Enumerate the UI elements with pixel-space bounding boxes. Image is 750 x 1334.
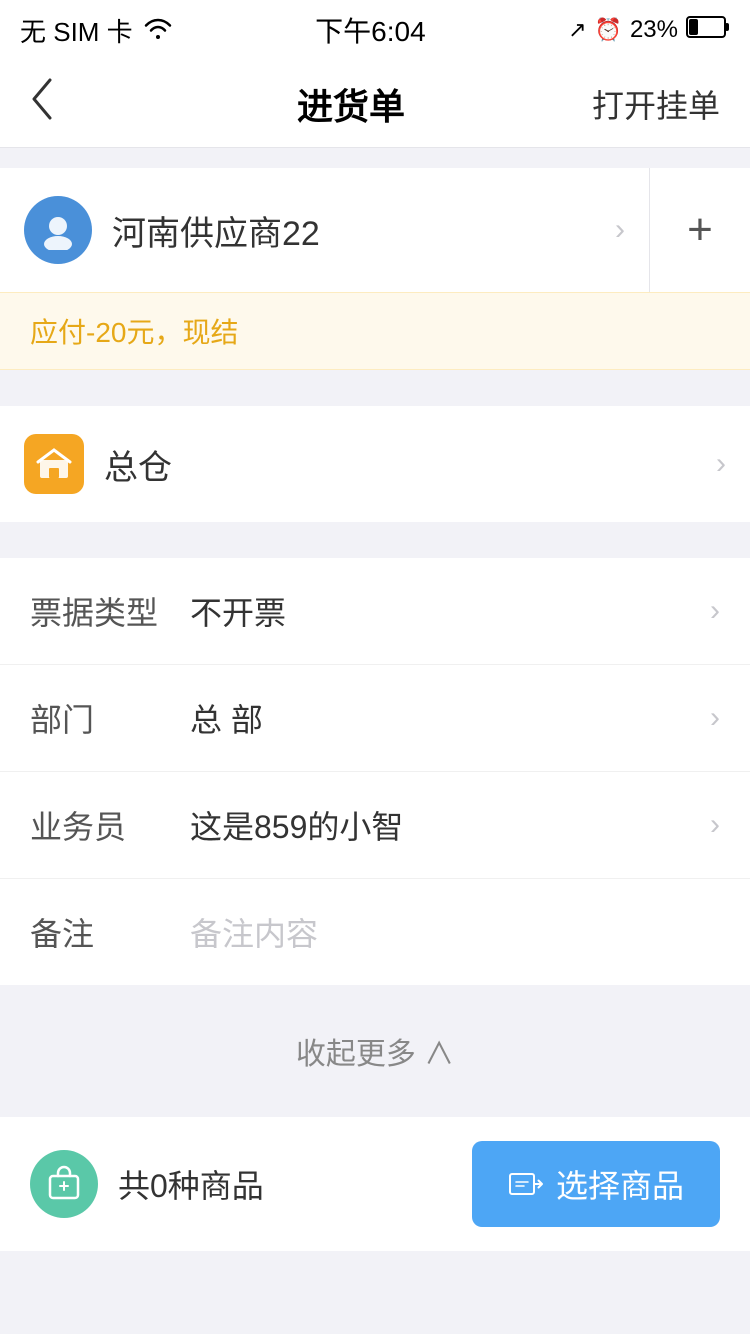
separator-1	[0, 148, 750, 168]
salesperson-row[interactable]: 业务员 这是859的小智 ›	[0, 772, 750, 879]
remark-row[interactable]: 备注 备注内容	[0, 879, 750, 985]
page-title: 进货单	[297, 78, 405, 130]
carrier-text: 无 SIM 卡	[20, 12, 133, 49]
battery-icon	[686, 15, 730, 46]
salesperson-value: 这是859的小智	[190, 802, 700, 848]
add-supplier-button[interactable]: +	[650, 177, 750, 283]
warehouse-section[interactable]: 总仓 ›	[0, 406, 750, 522]
supplier-section: 河南供应商22 › +	[0, 168, 750, 292]
collapse-label: 收起更多 ∧	[296, 1029, 454, 1073]
supplier-selector[interactable]: 河南供应商22 ›	[0, 168, 650, 292]
open-pending-button[interactable]: 打开挂单	[592, 81, 720, 127]
department-row[interactable]: 部门 总 部 ›	[0, 665, 750, 772]
back-button[interactable]	[30, 78, 110, 130]
select-product-label: 选择商品	[556, 1161, 684, 1207]
remark-label: 备注	[30, 909, 170, 955]
product-bar: 共0种商品 选择商品	[0, 1117, 750, 1251]
salesperson-label: 业务员	[30, 802, 170, 848]
chevron-right-icon: ›	[615, 213, 625, 247]
warehouse-icon	[24, 434, 84, 494]
chevron-right-icon-salesperson: ›	[710, 808, 720, 842]
department-label: 部门	[30, 695, 170, 741]
notice-text: 应付-20元，现结	[30, 317, 238, 348]
alarm-icon: ⏰	[595, 17, 622, 43]
product-count: 共0种商品	[118, 1161, 472, 1207]
product-icon	[30, 1150, 98, 1218]
status-bar: 无 SIM 卡 下午6:04 ↗ ⏰ 23%	[0, 0, 750, 60]
invoice-type-label: 票据类型	[30, 588, 170, 634]
form-section: 票据类型 不开票 › 部门 总 部 › 业务员 这是859的小智 › 备注 备注…	[0, 558, 750, 985]
remark-input[interactable]: 备注内容	[190, 909, 720, 955]
notice-banner: 应付-20元，现结	[0, 292, 750, 370]
status-time: 下午6:04	[315, 10, 426, 50]
chevron-right-icon-invoice: ›	[710, 594, 720, 628]
supplier-avatar	[24, 196, 92, 264]
separator-3	[0, 522, 750, 542]
wifi-icon	[143, 15, 173, 46]
supplier-name: 河南供应商22	[112, 206, 605, 255]
invoice-type-row[interactable]: 票据类型 不开票 ›	[0, 558, 750, 665]
nav-bar: 进货单 打开挂单	[0, 60, 750, 148]
chevron-right-icon-department: ›	[710, 701, 720, 735]
invoice-type-value: 不开票	[190, 588, 700, 634]
select-product-button[interactable]: 选择商品	[472, 1141, 720, 1227]
status-right: ↗ ⏰ 23%	[568, 15, 730, 46]
department-value: 总 部	[190, 695, 700, 741]
status-left: 无 SIM 卡	[20, 12, 173, 49]
warehouse-name: 总仓	[104, 440, 706, 489]
battery-text: 23%	[630, 16, 678, 44]
separator-2	[0, 370, 750, 390]
chevron-right-icon-warehouse: ›	[716, 447, 726, 481]
collapse-button[interactable]: 收起更多 ∧	[0, 1001, 750, 1101]
location-icon: ↗	[568, 17, 586, 43]
